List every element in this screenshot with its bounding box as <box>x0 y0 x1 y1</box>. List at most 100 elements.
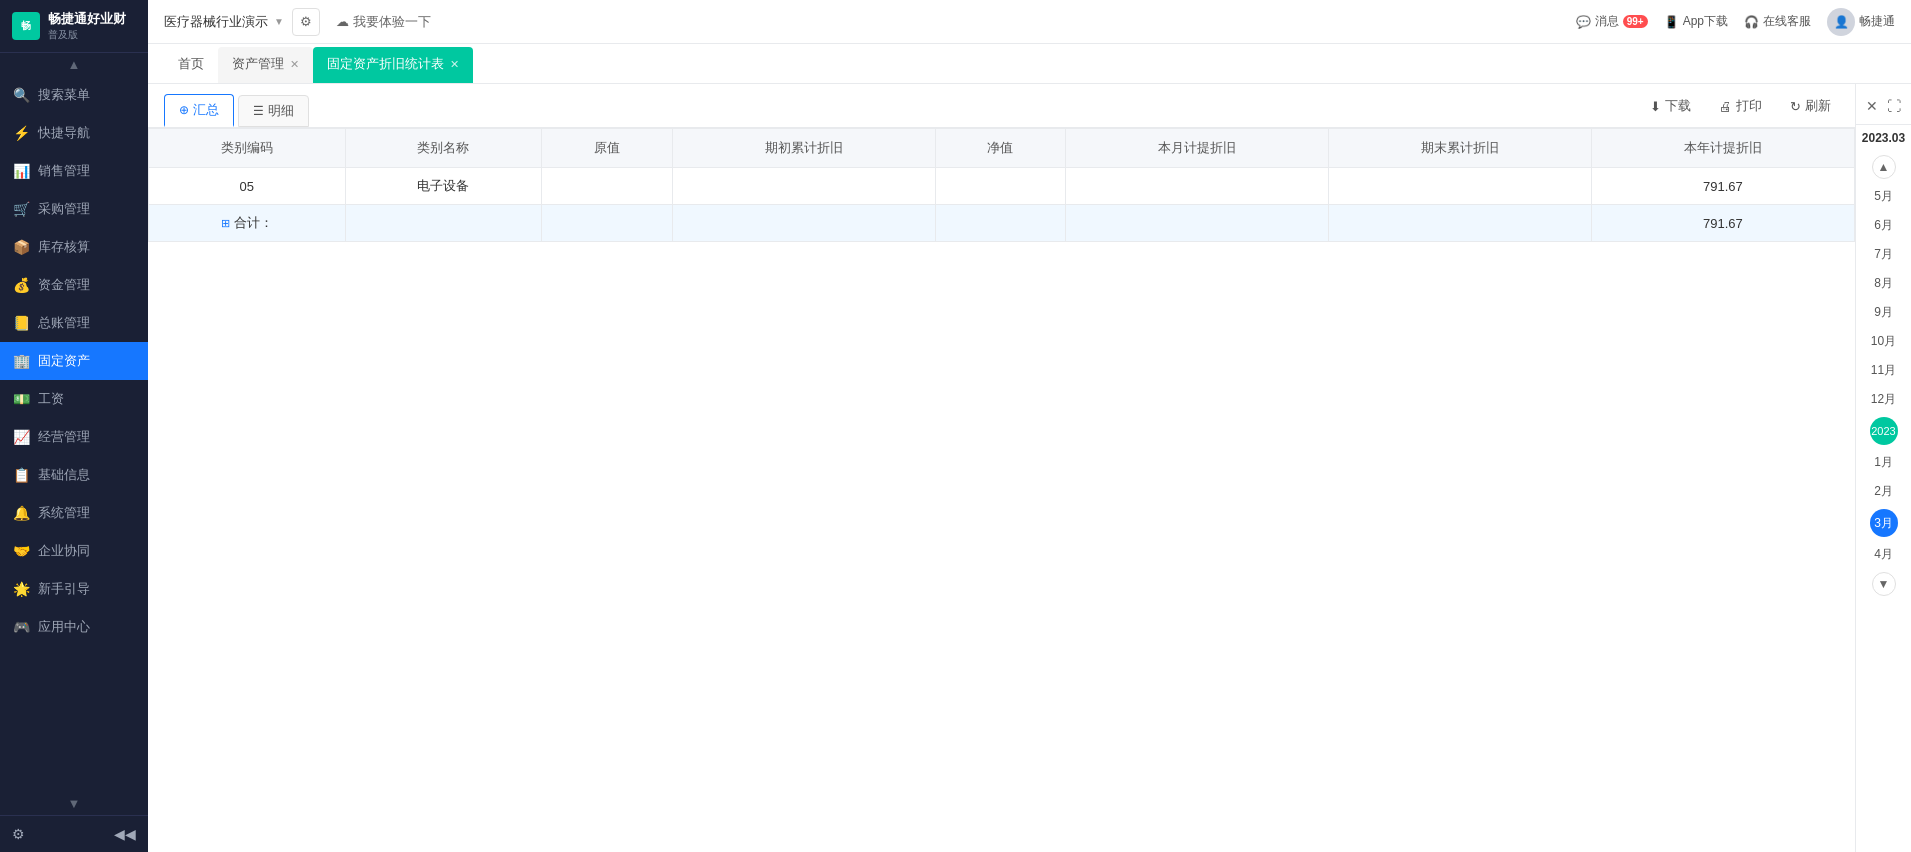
sidebar-item-app-center[interactable]: 🎮应用中心 <box>0 608 148 646</box>
month-item[interactable]: 5月 <box>1856 183 1911 210</box>
topbar-settings-button[interactable]: ⚙ <box>292 8 320 36</box>
nav-label: 采购管理 <box>38 200 90 218</box>
cell-name: 电子设备 <box>345 168 542 205</box>
nav-label: 搜索菜单 <box>38 86 90 104</box>
sales-icon: 📊 <box>12 162 30 180</box>
cell-ending <box>1328 168 1591 205</box>
system-icon: 🔔 <box>12 504 30 522</box>
nav-label: 资金管理 <box>38 276 90 294</box>
panel-close-button[interactable]: ✕ <box>1864 96 1880 116</box>
tab-fixed-asset-depreciation[interactable]: 固定资产折旧统计表 ✕ <box>313 47 473 83</box>
sub-tab-detail[interactable]: ☰ 明细 <box>238 95 309 127</box>
sidebar-item-operations[interactable]: 📈经营管理 <box>0 418 148 456</box>
company-selector[interactable]: 医疗器械行业演示 ▼ <box>164 13 284 31</box>
sub-tabs: ⊕ 汇总 ☰ 明细 <box>148 84 325 127</box>
month-item[interactable]: 1月 <box>1856 449 1911 476</box>
table-container: 类别编码 类别名称 原值 期初累计折旧 净值 本月计提折旧 期末累计折旧 本年计… <box>148 128 1855 852</box>
sidebar-item-search[interactable]: 🔍搜索菜单 <box>0 76 148 114</box>
payroll-icon: 💵 <box>12 390 30 408</box>
month-item[interactable]: 7月 <box>1856 241 1911 268</box>
sidebar-item-fixed-asset[interactable]: 🏢固定资产 <box>0 342 148 380</box>
table-header-row: 类别编码 类别名称 原值 期初累计折旧 净值 本月计提折旧 期末累计折旧 本年计… <box>149 129 1855 168</box>
nav-label: 工资 <box>38 390 64 408</box>
sub-tab-summary[interactable]: ⊕ 汇总 <box>164 94 234 127</box>
nav-label: 新手引导 <box>38 580 90 598</box>
print-button[interactable]: 🖨 打印 <box>1711 93 1770 119</box>
sidebar-item-enterprise[interactable]: 🤝 企业协同 <box>0 532 148 570</box>
col-original-value: 原值 <box>542 129 672 168</box>
refresh-button[interactable]: ↻ 刷新 <box>1782 93 1839 119</box>
app-title: 畅捷通好业财 <box>48 10 126 28</box>
total-monthly <box>1065 205 1328 242</box>
quick-nav-icon: ⚡ <box>12 124 30 142</box>
nav-label: 基础信息 <box>38 466 90 484</box>
month-item[interactable]: 10月 <box>1856 328 1911 355</box>
online-service-button[interactable]: 🎧 在线客服 <box>1744 13 1811 30</box>
sidebar-item-ledger[interactable]: 📒总账管理 <box>0 304 148 342</box>
month-list: 5月6月7月8月9月10月11月12月20231月2月3月4月 <box>1856 183 1911 568</box>
total-expand-icon: ⊞ <box>221 217 230 229</box>
sidebar-item-quick-nav[interactable]: ⚡快捷导航 <box>0 114 148 152</box>
month-item[interactable]: 6月 <box>1856 212 1911 239</box>
cell-annual: 791.67 <box>1591 168 1854 205</box>
footer-settings-icon[interactable]: ⚙ <box>12 826 25 842</box>
sidebar-footer: ⚙ ◀◀ <box>0 815 148 852</box>
messages-icon: 💬 <box>1576 15 1591 29</box>
tab-asset-management-close[interactable]: ✕ <box>290 58 299 71</box>
sidebar-scroll-up[interactable]: ▲ <box>0 53 148 76</box>
month-item[interactable]: 9月 <box>1856 299 1911 326</box>
sidebar-item-finance[interactable]: 💰资金管理 <box>0 266 148 304</box>
download-button[interactable]: ⬇ 下载 <box>1642 93 1699 119</box>
cloud-icon: ☁ <box>336 14 349 29</box>
nav-label: 企业协同 <box>38 542 90 560</box>
current-month-item[interactable]: 3月 <box>1870 509 1898 537</box>
sidebar-item-basic-info[interactable]: 📋 基础信息 <box>0 456 148 494</box>
operations-icon: 📈 <box>12 428 30 446</box>
sidebar-item-inventory[interactable]: 📦库存核算 <box>0 228 148 266</box>
month-item[interactable]: 11月 <box>1856 357 1911 384</box>
messages-button[interactable]: 💬 消息 99+ <box>1576 13 1648 30</box>
tab-fixed-asset-depreciation-close[interactable]: ✕ <box>450 58 459 71</box>
col-annual-depreciation: 本年计提折旧 <box>1591 129 1854 168</box>
basic-info-icon: 📋 <box>12 466 30 484</box>
panel-nav-up[interactable]: ▲ <box>1872 155 1896 179</box>
footer-collapse-icon[interactable]: ◀◀ <box>114 826 136 842</box>
experience-button[interactable]: ☁ 我要体验一下 <box>336 13 431 31</box>
col-category-name: 类别名称 <box>345 129 542 168</box>
company-name: 医疗器械行业演示 <box>164 13 268 31</box>
nav-label: 销售管理 <box>38 162 90 180</box>
sidebar-item-guide[interactable]: 🌟 新手引导 <box>0 570 148 608</box>
guide-icon: 🌟 <box>12 580 30 598</box>
tab-home[interactable]: 首页 <box>164 47 218 83</box>
sidebar-nav: 🔍搜索菜单⚡快捷导航 📊 销售管理 🛒采购管理📦库存核算💰资金管理📒总账管理🏢固定资产… <box>0 76 148 792</box>
app-title-wrap: 畅捷通好业财 普及版 <box>48 10 126 42</box>
month-item[interactable]: 2月 <box>1856 478 1911 505</box>
right-panel: ✕ ⛶ 2023.03 ▲ 5月6月7月8月9月10月11月12月20231月2… <box>1855 84 1911 852</box>
page-body: ⊕ 汇总 ☰ 明细 ⬇ 下载 🖨 打印 <box>148 84 1911 852</box>
month-item[interactable]: 8月 <box>1856 270 1911 297</box>
col-net-value: 净值 <box>935 129 1065 168</box>
col-category-code: 类别编码 <box>149 129 346 168</box>
app-download-button[interactable]: 📱 App下载 <box>1664 13 1728 30</box>
enterprise-icon: 🤝 <box>12 542 30 560</box>
tab-asset-management[interactable]: 资产管理 ✕ <box>218 47 313 83</box>
month-item[interactable]: 12月 <box>1856 386 1911 413</box>
depreciation-table: 类别编码 类别名称 原值 期初累计折旧 净值 本月计提折旧 期末累计折旧 本年计… <box>148 128 1855 242</box>
user-profile-button[interactable]: 👤 畅捷通 <box>1827 8 1895 36</box>
total-label-cell: ⊞ 合计： <box>149 205 346 242</box>
sidebar: 畅 畅捷通好业财 普及版 ▲ 🔍搜索菜单⚡快捷导航📊销售管理🛒采购管理📦库存核算… <box>0 0 148 852</box>
user-avatar: 👤 <box>1827 8 1855 36</box>
sidebar-item-payroll[interactable]: 💵 工资 <box>0 380 148 418</box>
nav-label: 应用中心 <box>38 618 90 636</box>
sidebar-item-sales[interactable]: 📊 销售管理 <box>0 152 148 190</box>
total-name-cell <box>345 205 542 242</box>
sidebar-item-purchase[interactable]: 🛒采购管理 <box>0 190 148 228</box>
panel-nav-down[interactable]: ▼ <box>1872 572 1896 596</box>
topbar-left: 医疗器械行业演示 ▼ ⚙ ☁ 我要体验一下 <box>164 8 431 36</box>
nav-label: 库存核算 <box>38 238 90 256</box>
total-ending <box>1328 205 1591 242</box>
panel-expand-button[interactable]: ⛶ <box>1885 96 1903 116</box>
month-item[interactable]: 4月 <box>1856 541 1911 568</box>
sidebar-scroll-down[interactable]: ▼ <box>0 792 148 815</box>
sidebar-item-system[interactable]: 🔔系统管理 <box>0 494 148 532</box>
